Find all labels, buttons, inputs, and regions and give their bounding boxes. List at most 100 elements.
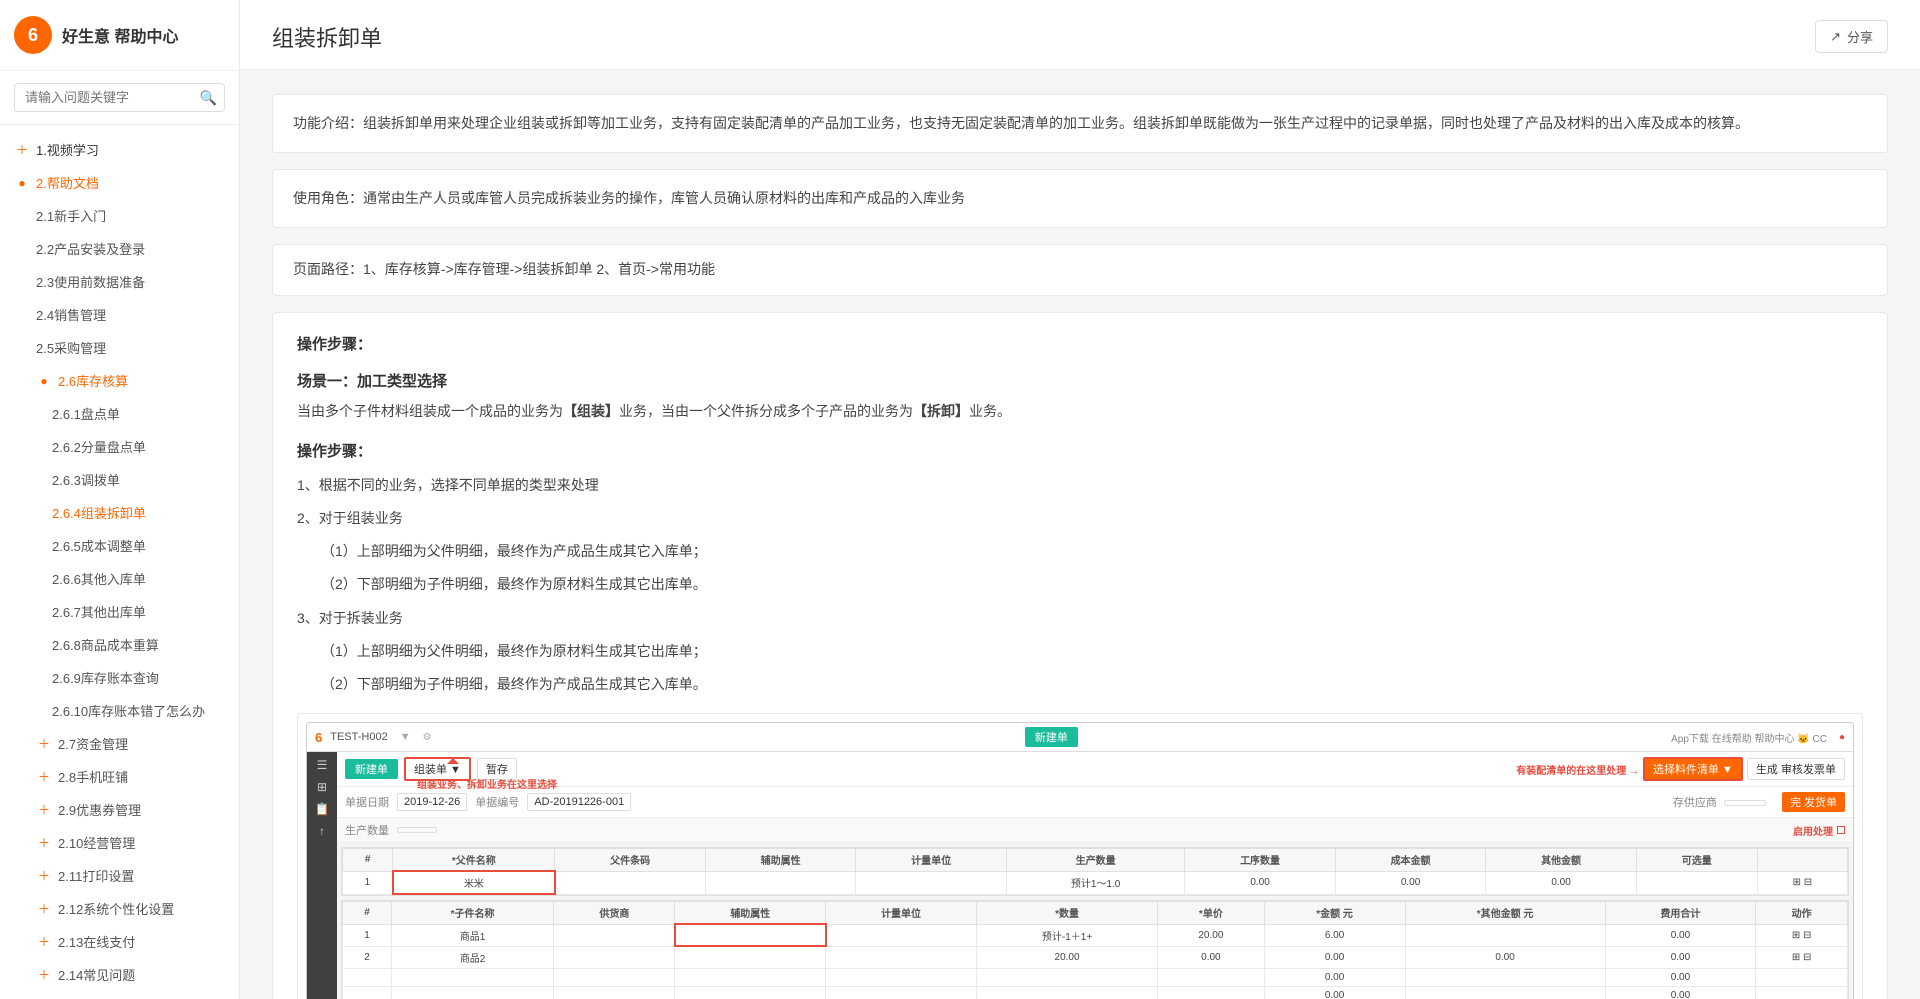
mock-td-b-price-1: 20.00	[1158, 924, 1265, 946]
mock-td-b-seq-2: 2	[343, 946, 392, 968]
mock-table-bottom: # *子件名称 供货商 辅助属性 计量单位 *数量 *单价 *金	[341, 900, 1849, 999]
mock-body: ☰ ⊞ 📋 ↑ 新建单 组装单 ▼ 暂存	[307, 752, 1853, 999]
step-3: 3、对于拆装业务	[297, 606, 1863, 631]
mock-td-b-total-1: 0.00	[1605, 924, 1756, 946]
mock-label-number: 单据编号	[475, 794, 519, 810]
sidebar-item-install[interactable]: 2.2产品安装及登录	[0, 232, 239, 265]
mock-td-b-action-2: ⊞ ⊟	[1756, 946, 1848, 968]
step-3-1: （1）上部明细为父件明细，最终作为原材料生成其它出库单；	[297, 639, 1863, 664]
mock-td-b-attr-1[interactable]	[675, 924, 826, 946]
table-row: 2 商品2 20.00 0.00 0.00	[343, 946, 1848, 968]
sidebar-item-print[interactable]: ＋ 2.11打印设置	[0, 859, 239, 892]
mock-left-nav: ☰ ⊞ 📋 ↑	[307, 752, 337, 999]
mock-td-b-amount-1: 6.00	[1264, 924, 1405, 946]
sidebar-item-label: 2.11打印设置	[58, 866, 134, 885]
steps-title: 操作步骤：	[297, 333, 1863, 354]
mock-btn-config[interactable]: 选择料件清单 ▼	[1643, 757, 1743, 781]
steps-block: 操作步骤： 场景一：加工类型选择 当由多个子件材料组装成一个成品的业务为【组装】…	[272, 312, 1888, 999]
mock-input-number[interactable]: AD-20191226-001	[527, 793, 631, 811]
steps-label: 操作步骤：	[297, 440, 1863, 461]
sidebar-item-stocktake[interactable]: 2.6.1盘点单	[0, 397, 239, 430]
mock-store-input[interactable]	[1724, 800, 1766, 806]
sidebar-item-finance[interactable]: ＋ 2.7资金管理	[0, 727, 239, 760]
sidebar-item-operation[interactable]: ＋ 2.10经营管理	[0, 826, 239, 859]
mock-process-checkbox[interactable]	[1837, 826, 1845, 834]
sidebar-item-cost-adjust[interactable]: 2.6.5成本调整单	[0, 529, 239, 562]
mock-th-barcode: 父件条码	[555, 849, 706, 872]
mock-td-b-other-2: 0.00	[1405, 946, 1605, 968]
mock-td-b-unit-1	[826, 924, 977, 946]
mock-td-b-attr-2	[675, 946, 826, 968]
table-row: 0.000.00	[343, 968, 1848, 986]
mock-tables-container: # *父件名称 父件条码 辅助属性 计量单位 生产数量 工序数量	[337, 843, 1853, 999]
mock-input-qty[interactable]	[397, 827, 437, 833]
mock-td-b-qty-2: 20.00	[976, 946, 1157, 968]
scene1-desc: 当由多个子件材料组装成一个成品的业务为【组装】业务，当由一个父件拆分成多个子产品…	[297, 399, 1863, 424]
sidebar-item-cases[interactable]: ＋ 2.15操作案例	[0, 991, 239, 999]
sidebar-item-label: 2.6.8商品成本重算	[52, 635, 159, 654]
role-intro-block: 使用角色：通常由生产人员或库管人员完成拆装业务的操作，库管人员确认原材料的出库和…	[272, 169, 1888, 228]
role-intro-text: 使用角色：通常由生产人员或库管人员完成拆装业务的操作，库管人员确认原材料的出库和…	[293, 190, 965, 206]
mock-td-b-other-1	[1405, 924, 1605, 946]
sidebar-item-faq[interactable]: ＋ 2.14常见问题	[0, 958, 239, 991]
sidebar-item-settings[interactable]: ＋ 2.12系统个性化设置	[0, 892, 239, 925]
sidebar-item-docs[interactable]: ● 2.帮助文档	[0, 166, 239, 199]
mock-th-b-name: *子件名称	[391, 902, 553, 925]
sidebar-item-other-in[interactable]: 2.6.6其他入库单	[0, 562, 239, 595]
share-button[interactable]: ↗ 分享	[1815, 20, 1888, 53]
plus-icon: ＋	[14, 142, 30, 158]
screenshot-container: 6 TEST-H002 ▼ ⚙ 新建单 App下载 在线帮助 帮助中心 🐱 CC…	[297, 713, 1863, 999]
plus-icon: ＋	[36, 967, 52, 983]
mock-td-b-seq-1: 1	[343, 924, 392, 946]
search-button[interactable]: 🔍	[200, 89, 217, 106]
sidebar-item-stock-ledger[interactable]: 2.6.9库存账本查询	[0, 661, 239, 694]
plus-icon: ＋	[36, 868, 52, 884]
mock-btn-confirm[interactable]: 完 发货单	[1782, 792, 1845, 812]
sidebar-item-label: 2.5采购管理	[36, 338, 106, 357]
sidebar-item-label: 1.视频学习	[36, 140, 99, 159]
sidebar-item-sales[interactable]: 2.4销售管理	[0, 298, 239, 331]
sidebar-item-label: 2.14常见问题	[58, 965, 135, 984]
sidebar-item-assembly[interactable]: 2.6.4组装拆卸单	[0, 496, 239, 529]
sidebar-item-inventory[interactable]: ● 2.6库存核算	[0, 364, 239, 397]
sidebar-item-cost-recalc[interactable]: 2.6.8商品成本重算	[0, 628, 239, 661]
sidebar-item-label: 2.1新手入门	[36, 206, 106, 225]
mock-brand-icon: 6	[315, 730, 322, 745]
mock-btn-action[interactable]: 生成 审核发票单	[1747, 758, 1845, 780]
logo-icon: 6	[14, 16, 52, 54]
mock-td-b-amount-2: 0.00	[1264, 946, 1405, 968]
mock-input-date[interactable]: 2019-12-26	[397, 793, 467, 811]
mock-help-links: App下载 在线帮助 帮助中心 🐱 CC	[1671, 730, 1827, 745]
mock-th-parent-name: *父件名称	[393, 849, 555, 872]
mock-tab-new[interactable]: 新建单	[1025, 727, 1078, 747]
plus-icon: ＋	[36, 769, 52, 785]
sidebar-item-partial-stocktake[interactable]: 2.6.2分量盘点单	[0, 430, 239, 463]
sidebar-item-other-out[interactable]: 2.6.7其他出库单	[0, 595, 239, 628]
sidebar-item-data-prep[interactable]: 2.3使用前数据准备	[0, 265, 239, 298]
sidebar-item-video[interactable]: ＋ 1.视频学习	[0, 133, 239, 166]
sidebar-item-label: 2.6.4组装拆卸单	[52, 503, 146, 522]
table-row: 0.000.00	[343, 986, 1848, 999]
sidebar-item-mobile[interactable]: ＋ 2.8手机旺铺	[0, 760, 239, 793]
mock-btn-new-doc[interactable]: 新建单	[345, 759, 398, 779]
sidebar-item-transfer[interactable]: 2.6.3调拨单	[0, 463, 239, 496]
sidebar-item-purchase[interactable]: 2.5采购管理	[0, 331, 239, 364]
search-input[interactable]	[14, 83, 225, 112]
sidebar-item-ledger-fix[interactable]: 2.6.10库存账本错了怎么办	[0, 694, 239, 727]
mock-th-b-attr: 辅助属性	[675, 902, 826, 925]
mock-th-unit: 计量单位	[856, 849, 1007, 872]
mock-td-parent-name[interactable]: 米米	[393, 871, 555, 894]
mock-td-barcode	[555, 871, 706, 894]
content-body: 功能介绍：组装拆卸单用来处理企业组装或拆卸等加工业务，支持有固定装配清单的产品加…	[240, 70, 1920, 999]
mock-label-date: 单据日期	[345, 794, 389, 810]
mock-th-b-seq: #	[343, 902, 392, 925]
sidebar: 6 好生意 帮助中心 🔍 ＋ 1.视频学习 ● 2.帮助文档 2.1新手入门 2…	[0, 0, 240, 999]
mock-nav-icon-1: ☰	[317, 758, 328, 772]
mock-td-b-supplier-2	[554, 946, 675, 968]
mock-nav-icon-4: ↑	[319, 824, 325, 838]
sidebar-item-coupon[interactable]: ＋ 2.9优惠券管理	[0, 793, 239, 826]
plus-icon: ＋	[36, 802, 52, 818]
sidebar-item-label: 2.10经营管理	[58, 833, 135, 852]
sidebar-item-beginner[interactable]: 2.1新手入门	[0, 199, 239, 232]
sidebar-item-payment[interactable]: ＋ 2.13在线支付	[0, 925, 239, 958]
